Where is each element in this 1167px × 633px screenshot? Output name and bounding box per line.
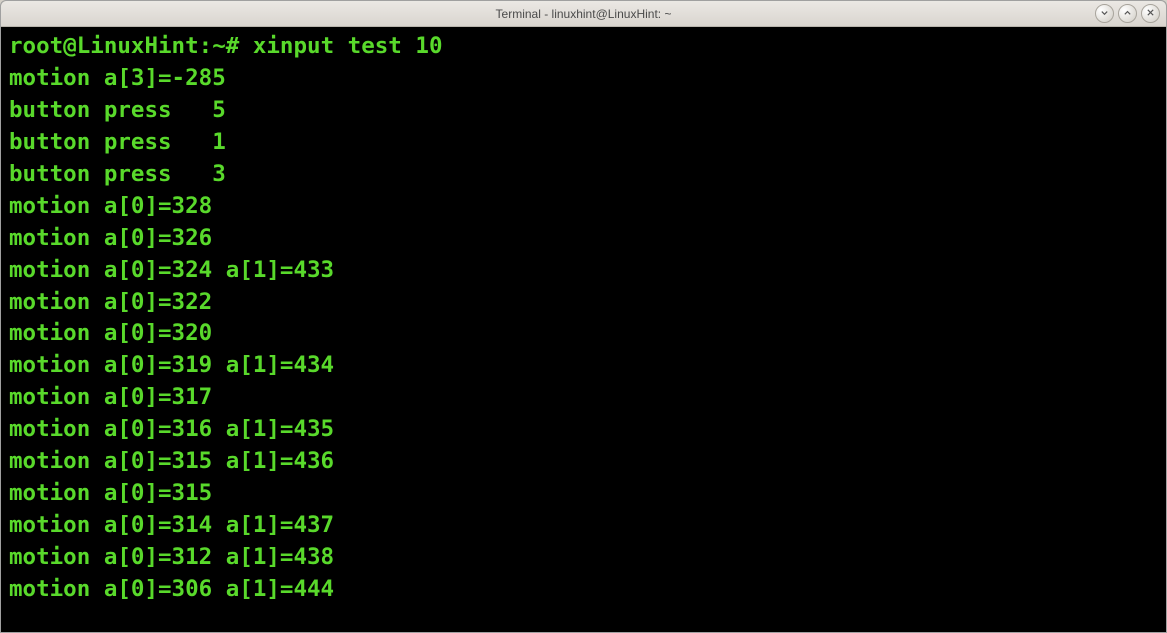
maximize-icon bbox=[1123, 8, 1132, 20]
prompt-path: ~ bbox=[212, 33, 226, 59]
output-line: motion a[0]=312 a[1]=438 bbox=[9, 542, 1158, 574]
prompt-line: root@LinuxHint:~# xinput test 10 bbox=[9, 31, 1158, 63]
terminal-window: Terminal - linuxhint@LinuxHint: ~ root@L… bbox=[0, 0, 1167, 633]
output-line: button press 1 bbox=[9, 127, 1158, 159]
output-line: motion a[0]=306 a[1]=444 bbox=[9, 574, 1158, 606]
output-line: motion a[0]=328 bbox=[9, 191, 1158, 223]
maximize-button[interactable] bbox=[1118, 4, 1137, 23]
close-icon bbox=[1146, 8, 1155, 20]
close-button[interactable] bbox=[1141, 4, 1160, 23]
output-line: motion a[3]=-285 bbox=[9, 63, 1158, 95]
output-line: motion a[0]=324 a[1]=433 bbox=[9, 255, 1158, 287]
output-line: motion a[0]=317 bbox=[9, 382, 1158, 414]
terminal-body[interactable]: root@LinuxHint:~# xinput test 10 motion … bbox=[1, 27, 1166, 632]
output-line: motion a[0]=319 a[1]=434 bbox=[9, 350, 1158, 382]
output-line: motion a[0]=326 bbox=[9, 223, 1158, 255]
window-controls bbox=[1095, 4, 1160, 23]
output-line: button press 5 bbox=[9, 95, 1158, 127]
output-line: motion a[0]=322 bbox=[9, 287, 1158, 319]
titlebar[interactable]: Terminal - linuxhint@LinuxHint: ~ bbox=[1, 1, 1166, 27]
minimize-button[interactable] bbox=[1095, 4, 1114, 23]
minimize-icon bbox=[1100, 8, 1109, 20]
prompt-symbol: # bbox=[226, 33, 240, 59]
prompt-colon: : bbox=[199, 33, 213, 59]
prompt-user-host: root@LinuxHint bbox=[9, 33, 199, 59]
output-line: motion a[0]=315 a[1]=436 bbox=[9, 446, 1158, 478]
output-lines: motion a[3]=-285button press 5button pre… bbox=[9, 63, 1158, 606]
output-line: button press 3 bbox=[9, 159, 1158, 191]
output-line: motion a[0]=315 bbox=[9, 478, 1158, 510]
prompt-space bbox=[239, 33, 253, 59]
output-line: motion a[0]=314 a[1]=437 bbox=[9, 510, 1158, 542]
command-text: xinput test 10 bbox=[253, 33, 443, 59]
output-line: motion a[0]=316 a[1]=435 bbox=[9, 414, 1158, 446]
window-title: Terminal - linuxhint@LinuxHint: ~ bbox=[496, 7, 672, 21]
output-line: motion a[0]=320 bbox=[9, 318, 1158, 350]
